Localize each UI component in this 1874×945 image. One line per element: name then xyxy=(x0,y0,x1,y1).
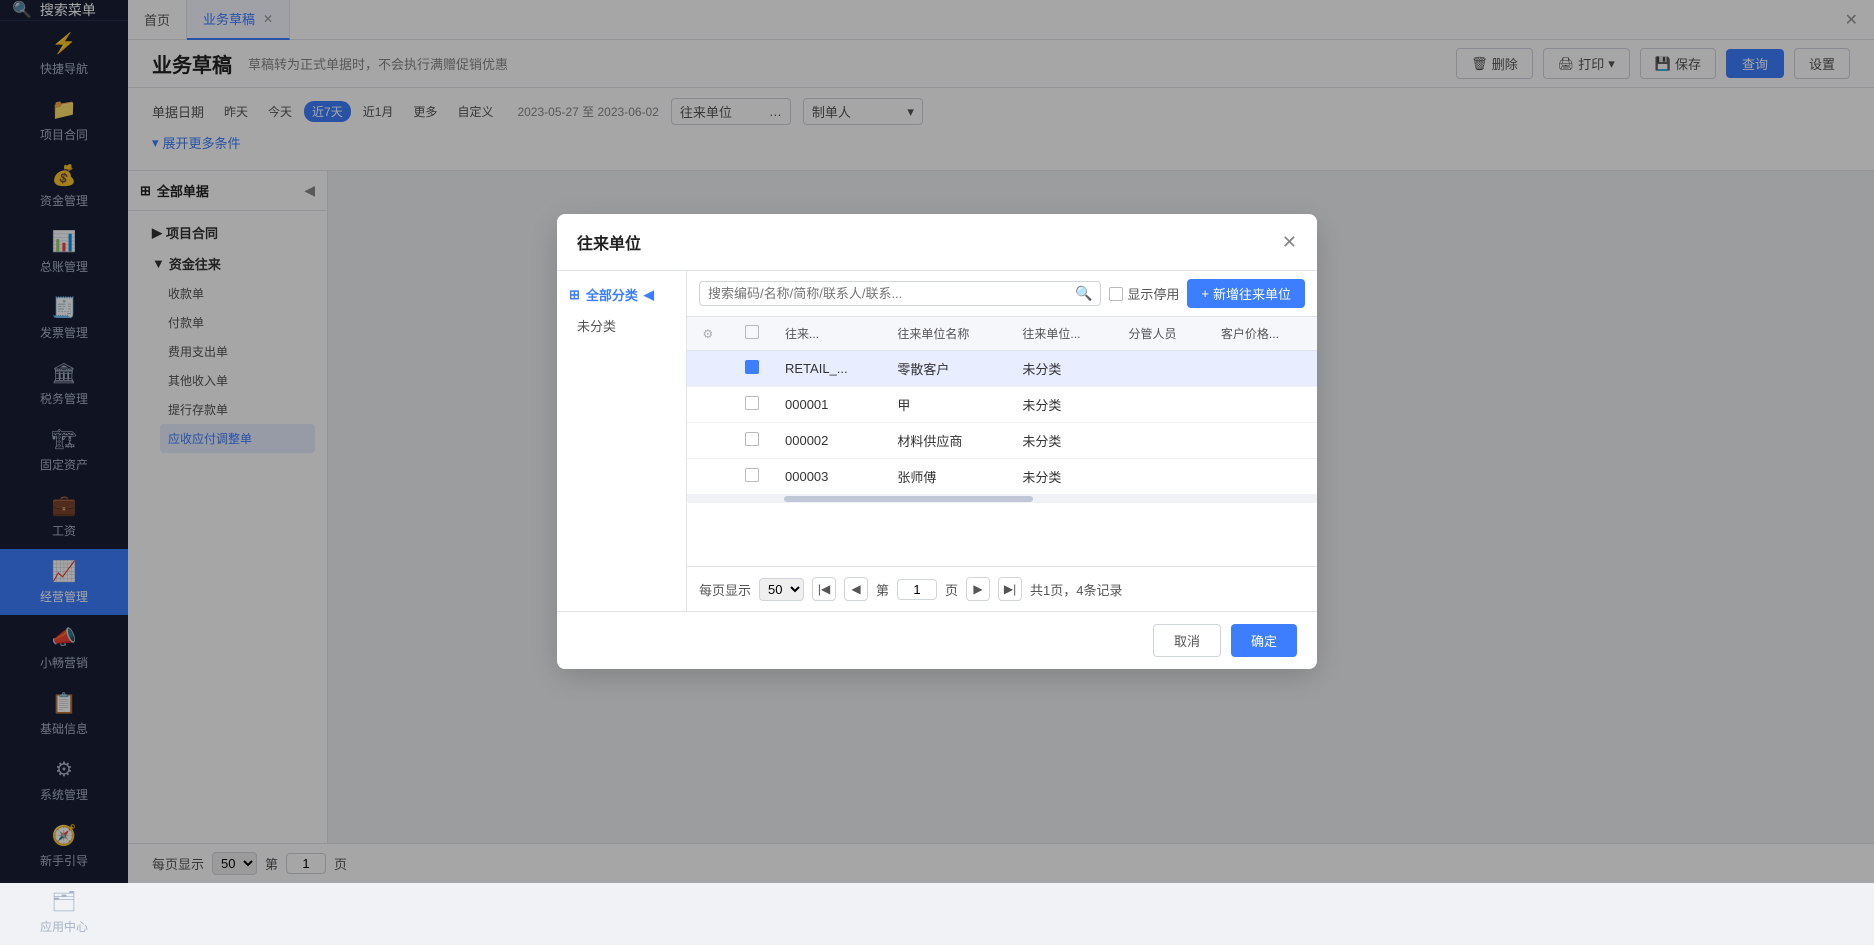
table-header: ⚙ 往来... 往来单位名称 xyxy=(687,317,1317,351)
partner-table: ⚙ 往来... 往来单位名称 xyxy=(687,317,1317,495)
row-salesperson xyxy=(1118,387,1210,423)
row-category: 未分类 xyxy=(1012,351,1118,387)
row-setting xyxy=(687,387,729,423)
current-page-input[interactable] xyxy=(897,579,937,600)
modal-toolbar: 🔍 显示停用 + 新增往来单位 xyxy=(687,271,1317,317)
row-name: 零散客户 xyxy=(887,351,1012,387)
next-page-button[interactable]: ▶ xyxy=(966,577,990,601)
show-disabled-checkbox[interactable] xyxy=(1109,287,1123,301)
modal-category-collapse-button[interactable]: ◀ xyxy=(644,287,654,303)
row-price-level xyxy=(1211,387,1317,423)
modal-table: ⚙ 往来... 往来单位名称 xyxy=(687,317,1317,566)
th-setting[interactable]: ⚙ xyxy=(687,317,729,351)
row-setting xyxy=(687,423,729,459)
row-name: 材料供应商 xyxy=(887,423,1012,459)
add-icon: + xyxy=(1201,286,1209,301)
row-check[interactable] xyxy=(729,351,775,387)
row-checkbox[interactable] xyxy=(745,396,759,410)
total-records-text: 共1页，4条记录 xyxy=(1030,580,1122,599)
row-setting xyxy=(687,459,729,495)
table-body: RETAIL_... 零散客户 未分类 xyxy=(687,351,1317,495)
row-code: 000003 xyxy=(775,459,887,495)
modal-category-panel: ⊞ 全部分类 ◀ 未分类 xyxy=(557,271,687,611)
row-setting xyxy=(687,351,729,387)
page-number-label: 第 xyxy=(876,580,889,599)
per-page-label: 每页显示 xyxy=(699,580,751,599)
th-name: 往来单位名称 xyxy=(887,317,1012,351)
per-page-select[interactable]: 50 xyxy=(759,578,804,601)
row-checkbox[interactable] xyxy=(745,432,759,446)
row-price-level xyxy=(1211,351,1317,387)
th-category: 往来单位... xyxy=(1012,317,1118,351)
row-price-level xyxy=(1211,459,1317,495)
table-header-row: ⚙ 往来... 往来单位名称 xyxy=(687,317,1317,351)
modal-body: ⊞ 全部分类 ◀ 未分类 🔍 显示停用 xyxy=(557,271,1317,611)
add-partner-button[interactable]: + 新增往来单位 xyxy=(1187,279,1305,308)
modal-overlay: 往来单位 ✕ ⊞ 全部分类 ◀ 未分类 xyxy=(0,0,1874,883)
show-disabled-label: 显示停用 xyxy=(1127,284,1179,303)
sidebar-item-label: 应用中心 xyxy=(40,918,88,935)
th-check xyxy=(729,317,775,351)
modal-search-input[interactable] xyxy=(708,286,1071,301)
show-disabled-wrap: 显示停用 xyxy=(1109,284,1179,303)
modal-search-wrap: 🔍 xyxy=(699,281,1101,306)
row-check[interactable] xyxy=(729,387,775,423)
modal-category-unclassified[interactable]: 未分类 xyxy=(557,310,686,341)
row-category: 未分类 xyxy=(1012,423,1118,459)
row-check[interactable] xyxy=(729,459,775,495)
appcenter-icon: 🗂 xyxy=(51,889,76,914)
row-name: 甲 xyxy=(887,387,1012,423)
row-salesperson xyxy=(1118,423,1210,459)
table-row[interactable]: RETAIL_... 零散客户 未分类 xyxy=(687,351,1317,387)
row-code: RETAIL_... xyxy=(775,351,887,387)
cancel-button[interactable]: 取消 xyxy=(1153,624,1221,657)
table-scroll-bar[interactable] xyxy=(687,495,1317,503)
row-price-level xyxy=(1211,423,1317,459)
modal-category-header[interactable]: ⊞ 全部分类 ◀ xyxy=(557,279,686,310)
modal-title: 往来单位 xyxy=(577,230,641,254)
row-check[interactable] xyxy=(729,423,775,459)
row-code: 000001 xyxy=(775,387,887,423)
table-scroll-thumb xyxy=(784,496,1033,502)
row-salesperson xyxy=(1118,459,1210,495)
header-checkbox[interactable] xyxy=(745,325,759,339)
row-salesperson xyxy=(1118,351,1210,387)
modal-content-panel: 🔍 显示停用 + 新增往来单位 xyxy=(687,271,1317,611)
sidebar-item-appcenter[interactable]: 🗂 应用中心 xyxy=(0,879,128,945)
th-code: 往来... xyxy=(775,317,887,351)
category-title: 全部分类 xyxy=(586,285,638,304)
th-price-level: 客户价格... xyxy=(1211,317,1317,351)
table-row[interactable]: 000002 材料供应商 未分类 xyxy=(687,423,1317,459)
modal-search-icon: 🔍 xyxy=(1075,285,1092,302)
row-category: 未分类 xyxy=(1012,387,1118,423)
prev-page-button[interactable]: ◀ xyxy=(844,577,868,601)
row-name: 张师傅 xyxy=(887,459,1012,495)
modal-pagination: 每页显示 50 |◀ ◀ 第 页 ▶ ▶| 共1页，4条记录 xyxy=(687,566,1317,611)
first-page-button[interactable]: |◀ xyxy=(812,577,836,601)
modal-actions: 取消 确定 xyxy=(557,611,1317,669)
modal-header: 往来单位 ✕ xyxy=(557,214,1317,271)
partner-modal: 往来单位 ✕ ⊞ 全部分类 ◀ 未分类 xyxy=(557,214,1317,669)
row-checkbox[interactable] xyxy=(745,360,759,374)
confirm-button[interactable]: 确定 xyxy=(1231,624,1297,657)
th-salesperson: 分管人员 xyxy=(1118,317,1210,351)
last-page-button[interactable]: ▶| xyxy=(998,577,1022,601)
row-code: 000002 xyxy=(775,423,887,459)
add-partner-label: 新增往来单位 xyxy=(1213,284,1291,303)
row-checkbox[interactable] xyxy=(745,468,759,482)
table-row[interactable]: 000001 甲 未分类 xyxy=(687,387,1317,423)
table-row[interactable]: 000003 张师傅 未分类 xyxy=(687,459,1317,495)
modal-close-button[interactable]: ✕ xyxy=(1282,232,1297,253)
category-grid-icon: ⊞ xyxy=(569,287,580,303)
row-category: 未分类 xyxy=(1012,459,1118,495)
page-suffix-label: 页 xyxy=(945,580,958,599)
